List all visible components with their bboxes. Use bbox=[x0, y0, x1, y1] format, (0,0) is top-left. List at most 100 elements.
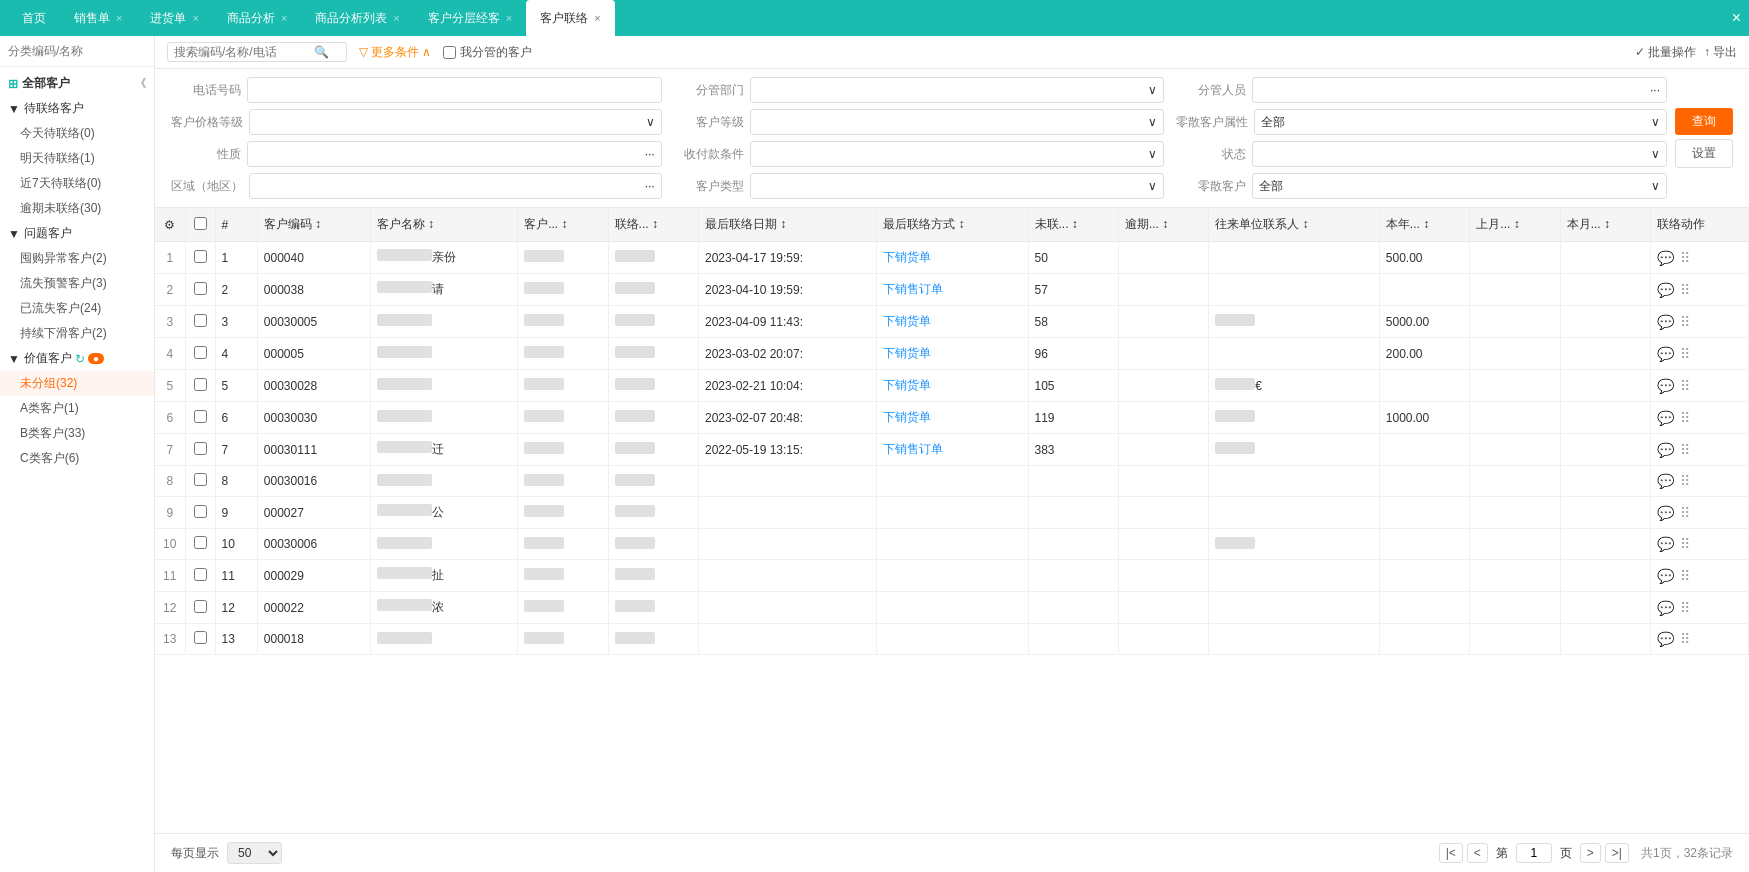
row-check[interactable] bbox=[185, 306, 215, 338]
more-conditions-btn[interactable]: ▽ 更多条件 ∧ bbox=[359, 44, 431, 61]
code-th[interactable]: 客户编码 ↕ bbox=[257, 208, 370, 242]
row-check[interactable] bbox=[185, 529, 215, 560]
region-select[interactable]: ··· bbox=[249, 173, 662, 199]
more-icon[interactable]: ⠿ bbox=[1680, 282, 1690, 298]
close-sales-tab[interactable]: × bbox=[116, 12, 122, 24]
sidebar-item-class-c[interactable]: C类客户(6) bbox=[0, 446, 154, 471]
more-icon[interactable]: ⠿ bbox=[1680, 473, 1690, 489]
more-icon[interactable]: ⠿ bbox=[1680, 410, 1690, 426]
sidebar-group-value[interactable]: ▼ 价值客户 ↻ ● bbox=[0, 346, 154, 371]
collapse-icon[interactable]: 《 bbox=[135, 76, 146, 91]
last-contact-method-th[interactable]: 最后联络方式 ↕ bbox=[877, 208, 1028, 242]
close-product-analysis-list-tab[interactable]: × bbox=[393, 12, 399, 24]
batch-operation-btn[interactable]: ✓ 批量操作 bbox=[1635, 44, 1696, 61]
main-search-icon[interactable]: 🔍 bbox=[314, 45, 329, 59]
export-btn[interactable]: ↑ 导出 bbox=[1704, 44, 1737, 61]
chat-icon[interactable]: 💬 bbox=[1657, 568, 1674, 584]
more-icon[interactable]: ⠿ bbox=[1680, 346, 1690, 362]
customer-level-select[interactable]: ∨ bbox=[750, 109, 1165, 135]
sidebar-item-class-b[interactable]: B类客户(33) bbox=[0, 421, 154, 446]
more-icon[interactable]: ⠿ bbox=[1680, 536, 1690, 552]
chat-icon[interactable]: 💬 bbox=[1657, 410, 1674, 426]
settings-th[interactable]: ⚙ bbox=[155, 208, 185, 242]
retail-select[interactable]: 全部 ∨ bbox=[1252, 173, 1667, 199]
status-select[interactable]: ∨ bbox=[1252, 141, 1667, 167]
tab-product-analysis[interactable]: 商品分析 × bbox=[213, 0, 301, 36]
contact-method-link[interactable]: 下销货单 bbox=[883, 346, 931, 360]
row-check[interactable] bbox=[185, 592, 215, 624]
contact-method-link[interactable]: 下销货单 bbox=[883, 250, 931, 264]
chat-icon[interactable]: 💬 bbox=[1657, 282, 1674, 298]
row-checkbox[interactable] bbox=[194, 282, 207, 295]
my-customers-check[interactable]: 我分管的客户 bbox=[443, 44, 532, 61]
sidebar-item-churn-warning[interactable]: 流失预警客户(3) bbox=[0, 271, 154, 296]
row-check[interactable] bbox=[185, 338, 215, 370]
contact-method-link[interactable]: 下销货单 bbox=[883, 410, 931, 424]
next-page-btn[interactable]: > bbox=[1580, 843, 1601, 863]
more-icon[interactable]: ⠿ bbox=[1680, 568, 1690, 584]
price-level-select[interactable]: ∨ bbox=[249, 109, 662, 135]
row-checkbox[interactable] bbox=[194, 250, 207, 263]
row-check[interactable] bbox=[185, 434, 215, 466]
close-customer-contact-tab[interactable]: × bbox=[594, 12, 600, 24]
contact-method-link[interactable]: 下销售订单 bbox=[883, 282, 943, 296]
refresh-icon[interactable]: ↻ bbox=[75, 352, 85, 366]
sidebar-item-hoarding[interactable]: 囤购异常客户(2) bbox=[0, 246, 154, 271]
sidebar-item-7days[interactable]: 近7天待联络(0) bbox=[0, 171, 154, 196]
close-product-analysis-tab[interactable]: × bbox=[281, 12, 287, 24]
partner-contact-th[interactable]: 往来单位联系人 ↕ bbox=[1209, 208, 1380, 242]
chat-icon[interactable]: 💬 bbox=[1657, 250, 1674, 266]
chat-icon[interactable]: 💬 bbox=[1657, 505, 1674, 521]
row-check[interactable] bbox=[185, 497, 215, 529]
last-contact-date-th[interactable]: 最后联络日期 ↕ bbox=[698, 208, 876, 242]
main-search-input[interactable] bbox=[174, 45, 314, 59]
retail-attr-select[interactable]: 全部 ∨ bbox=[1254, 109, 1667, 135]
last-page-btn[interactable]: >| bbox=[1605, 843, 1629, 863]
this-month-th[interactable]: 本月... ↕ bbox=[1560, 208, 1650, 242]
more-icon[interactable]: ⠿ bbox=[1680, 250, 1690, 266]
query-button[interactable]: 查询 bbox=[1675, 108, 1733, 135]
sidebar-item-today[interactable]: 今天待联络(0) bbox=[0, 121, 154, 146]
row-check[interactable] bbox=[185, 370, 215, 402]
row-checkbox[interactable] bbox=[194, 505, 207, 518]
overdue-th[interactable]: 逾期... ↕ bbox=[1118, 208, 1208, 242]
type-th[interactable]: 客户... ↕ bbox=[518, 208, 608, 242]
this-year-th[interactable]: 本年... ↕ bbox=[1379, 208, 1469, 242]
tab-product-analysis-list[interactable]: 商品分析列表 × bbox=[301, 0, 413, 36]
row-checkbox[interactable] bbox=[194, 346, 207, 359]
customer-type-select[interactable]: ∨ bbox=[750, 173, 1165, 199]
row-check[interactable] bbox=[185, 242, 215, 274]
sidebar-item-churned[interactable]: 已流失客户(24) bbox=[0, 296, 154, 321]
sidebar-search-input[interactable] bbox=[8, 44, 155, 58]
sidebar-item-tomorrow[interactable]: 明天待联络(1) bbox=[0, 146, 154, 171]
row-check[interactable] bbox=[185, 624, 215, 655]
row-checkbox[interactable] bbox=[194, 378, 207, 391]
reset-button[interactable]: 设置 bbox=[1675, 139, 1733, 168]
page-size-select[interactable]: 50 20 100 bbox=[227, 842, 282, 864]
row-checkbox[interactable] bbox=[194, 410, 207, 423]
more-icon[interactable]: ⠿ bbox=[1680, 378, 1690, 394]
more-icon[interactable]: ⠿ bbox=[1680, 631, 1690, 647]
name-th[interactable]: 客户名称 ↕ bbox=[370, 208, 518, 242]
close-customer-segment-tab[interactable]: × bbox=[506, 12, 512, 24]
chat-icon[interactable]: 💬 bbox=[1657, 600, 1674, 616]
chat-icon[interactable]: 💬 bbox=[1657, 314, 1674, 330]
tab-bar-close[interactable]: × bbox=[1732, 9, 1741, 27]
row-check[interactable] bbox=[185, 466, 215, 497]
row-checkbox[interactable] bbox=[194, 314, 207, 327]
more-icon[interactable]: ⠿ bbox=[1680, 505, 1690, 521]
row-checkbox[interactable] bbox=[194, 442, 207, 455]
row-checkbox[interactable] bbox=[194, 600, 207, 613]
chat-icon[interactable]: 💬 bbox=[1657, 536, 1674, 552]
row-checkbox[interactable] bbox=[194, 568, 207, 581]
sidebar-item-declining[interactable]: 持续下滑客户(2) bbox=[0, 321, 154, 346]
payment-select[interactable]: ∨ bbox=[750, 141, 1165, 167]
page-input[interactable] bbox=[1516, 843, 1552, 863]
prev-page-btn[interactable]: < bbox=[1467, 843, 1488, 863]
sidebar-group-problem[interactable]: ▼ 问题客户 bbox=[0, 221, 154, 246]
chat-icon[interactable]: 💬 bbox=[1657, 346, 1674, 362]
more-icon[interactable]: ⠿ bbox=[1680, 600, 1690, 616]
row-checkbox[interactable] bbox=[194, 473, 207, 486]
check-th[interactable] bbox=[185, 208, 215, 242]
chat-icon[interactable]: 💬 bbox=[1657, 442, 1674, 458]
